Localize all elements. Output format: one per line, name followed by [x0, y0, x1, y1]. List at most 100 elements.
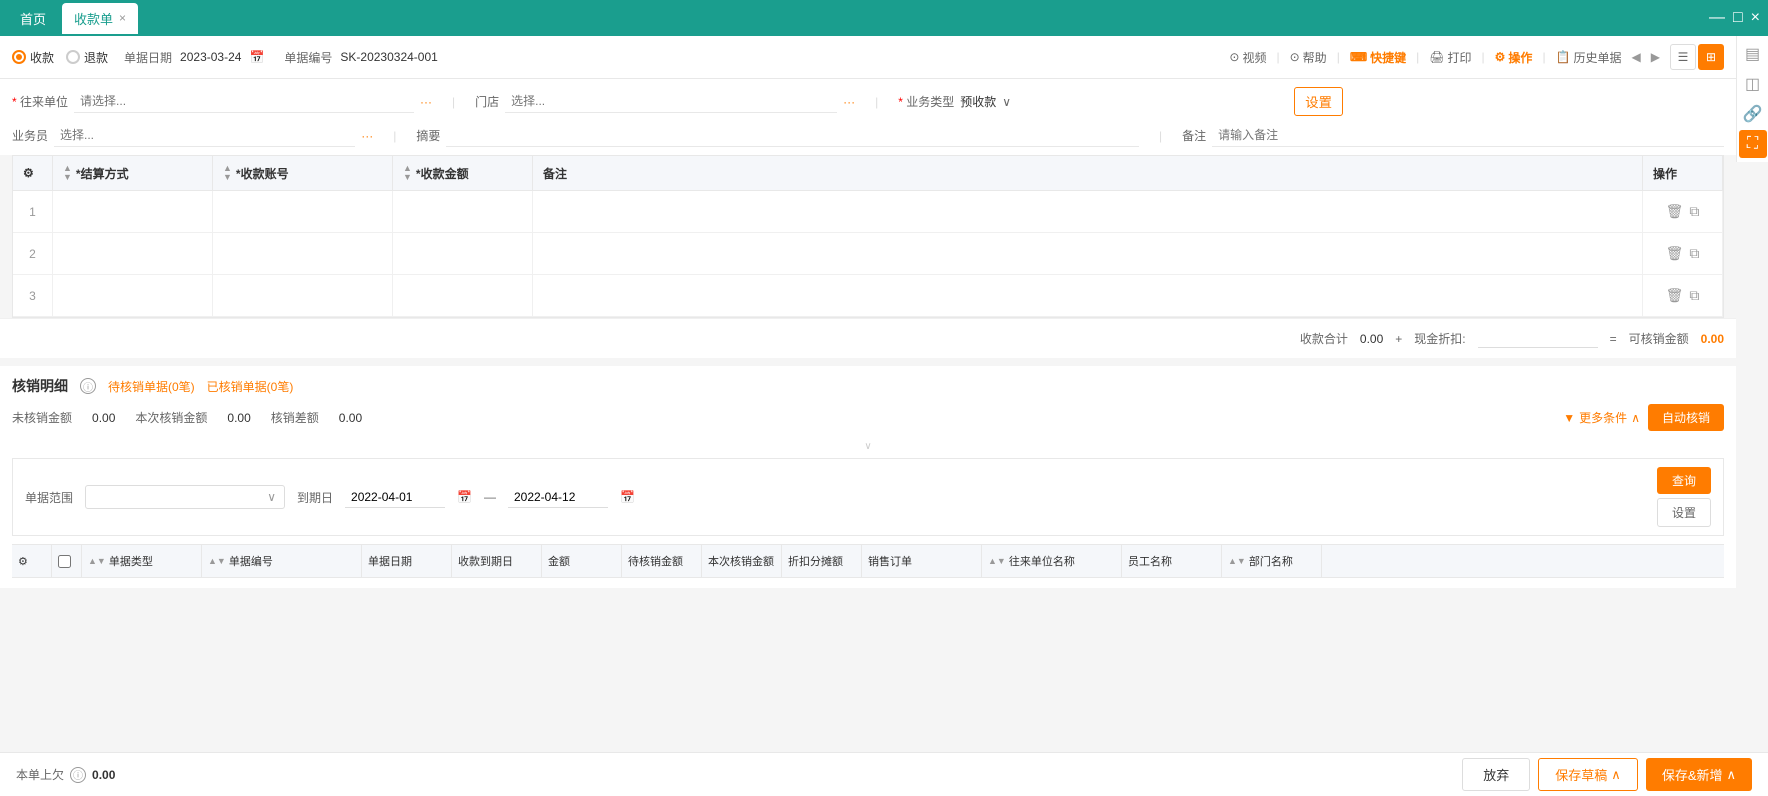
- video-btn[interactable]: ⊙ 视频: [1229, 49, 1266, 66]
- history-btn[interactable]: 📋 历史单据: [1556, 49, 1622, 66]
- save-draft-arrow[interactable]: ∧: [1611, 767, 1621, 783]
- layout-list-btn[interactable]: ☰: [1670, 44, 1696, 70]
- filter-section: 单据范围 ∨ 到期日 📅 — 📅 查询 设置: [12, 458, 1724, 536]
- print-btn[interactable]: 🖨 打印: [1429, 49, 1471, 66]
- tab-bar: 首页 收款单 × — □ ×: [0, 0, 1768, 36]
- hexiao-stats: 未核销金额 0.00 本次核销金额 0.00 核销差额 0.00 ▼ 更多条件 …: [12, 404, 1724, 431]
- form-row-1: * 往来单位 ··· | 门店 ··· | * 业务类型 预收款 ∨ 设置: [12, 87, 1724, 116]
- this-cancel-label: 本次核销金额: [135, 409, 207, 426]
- row3-settlement[interactable]: [53, 275, 213, 316]
- table-header: ⚙ ▲▼ *结算方式 ▲▼ *收款账号 ▲▼ *收款金额 备注 操作: [13, 156, 1723, 191]
- bottom-checkbox-col[interactable]: [52, 545, 82, 577]
- bottom-pending-cancel-col: 待核销金额: [622, 545, 702, 577]
- doc-info: 单据日期 2023-03-24 📅 单据编号 SK-20230324-001: [124, 49, 438, 66]
- footer-info-icon[interactable]: ⓘ: [70, 767, 86, 783]
- row2-account[interactable]: [213, 233, 393, 274]
- save-new-arrow[interactable]: ∧: [1726, 767, 1736, 783]
- row3-amount[interactable]: [393, 275, 533, 316]
- due-date-end-calendar[interactable]: 📅: [620, 490, 635, 504]
- row2-copy-icon[interactable]: ⧉: [1689, 245, 1699, 262]
- row2-delete-icon[interactable]: 🗑: [1666, 245, 1684, 262]
- summary-input[interactable]: [446, 124, 1139, 147]
- due-date-label: 到期日: [297, 489, 333, 506]
- account-sort: ▲▼: [223, 164, 232, 182]
- shortcut-btn[interactable]: ⌨ 快捷键: [1350, 49, 1406, 66]
- calendar-icon[interactable]: 📅: [249, 50, 264, 64]
- pending-tab-link[interactable]: 待核销单据(0笔): [108, 378, 195, 395]
- bottom-due-date-col: 收款到期日: [452, 545, 542, 577]
- sidebar-layout-icon[interactable]: ◫: [1739, 70, 1767, 98]
- row1-copy-icon[interactable]: ⧉: [1689, 203, 1699, 220]
- counterpart-more-btn[interactable]: ···: [420, 95, 432, 109]
- bottom-amount-col: 金额: [542, 545, 622, 577]
- store-more-btn[interactable]: ···: [843, 95, 855, 109]
- row2-settlement[interactable]: [53, 233, 213, 274]
- row1-amount[interactable]: [393, 191, 533, 232]
- row2-remark[interactable]: [533, 233, 1643, 274]
- due-date-end-input[interactable]: [508, 487, 608, 508]
- staff-input[interactable]: [54, 124, 355, 147]
- hexiao-info-icon[interactable]: ⓘ: [80, 378, 96, 394]
- done-tab-link[interactable]: 已核销单据(0笔): [207, 378, 294, 395]
- maximize-btn[interactable]: □: [1733, 9, 1743, 27]
- row2-amount[interactable]: [393, 233, 533, 274]
- hexiao-header: 核销明细 ⓘ 待核销单据(0笔) 已核销单据(0笔): [12, 376, 1724, 396]
- doc-range-dropdown[interactable]: ∨: [267, 490, 276, 504]
- nav-next[interactable]: ▶: [1651, 50, 1660, 64]
- filter-settings-btn[interactable]: 设置: [1657, 498, 1711, 527]
- filter-icon: ▼: [1563, 411, 1575, 425]
- abandon-btn[interactable]: 放弃: [1462, 758, 1530, 791]
- staff-more-btn[interactable]: ···: [361, 129, 373, 143]
- row1-account[interactable]: [213, 191, 393, 232]
- save-draft-btn[interactable]: 保存草稿 ∧: [1538, 758, 1638, 791]
- remark-input[interactable]: [1212, 124, 1724, 147]
- row3-account[interactable]: [213, 275, 393, 316]
- row3-remark[interactable]: [533, 275, 1643, 316]
- due-date-start-calendar[interactable]: 📅: [457, 490, 472, 504]
- bottom-discount-col: 折扣分摊额: [782, 545, 862, 577]
- window-controls: — □ ×: [1709, 9, 1760, 27]
- help-btn[interactable]: ⊙ 帮助: [1290, 49, 1327, 66]
- store-input[interactable]: [505, 90, 837, 113]
- layout-grid-btn[interactable]: ⊞: [1698, 44, 1724, 70]
- gear-header[interactable]: ⚙: [13, 156, 53, 190]
- due-date-start-input[interactable]: [345, 487, 445, 508]
- receipt-radio[interactable]: 收款: [12, 49, 54, 66]
- row-num-1: 1: [13, 191, 53, 232]
- save-new-btn[interactable]: 保存&新增 ∧: [1646, 758, 1752, 791]
- counterpart-input[interactable]: [74, 90, 414, 113]
- bottom-gear-col[interactable]: ⚙: [12, 545, 52, 577]
- remark-field: 备注: [1182, 124, 1724, 147]
- sidebar-link-icon[interactable]: 🔗: [1739, 100, 1767, 128]
- tab-home[interactable]: 首页: [8, 3, 58, 34]
- summary-row: 收款合计 0.00 + 现金折扣: = 可核销金额 0.00: [0, 318, 1736, 358]
- row3-actions: 🗑 ⧉: [1643, 275, 1723, 316]
- discount-input[interactable]: [1478, 329, 1598, 348]
- auto-cancel-btn[interactable]: 自动核销: [1648, 404, 1724, 431]
- bottom-doc-date-col: 单据日期: [362, 545, 452, 577]
- more-filter-btn[interactable]: ▼ 更多条件 ∧: [1563, 409, 1640, 426]
- sidebar-table-icon[interactable]: ▤: [1739, 40, 1767, 68]
- remark-label: 备注: [1182, 127, 1206, 144]
- query-btn[interactable]: 查询: [1657, 467, 1711, 494]
- refund-radio[interactable]: 退款: [66, 49, 108, 66]
- sidebar-expand-icon[interactable]: ⛶: [1739, 130, 1767, 158]
- row3-copy-icon[interactable]: ⧉: [1689, 287, 1699, 304]
- business-type-dropdown[interactable]: ∨: [1002, 95, 1011, 109]
- row1-remark[interactable]: [533, 191, 1643, 232]
- row3-delete-icon[interactable]: 🗑: [1666, 287, 1684, 304]
- tab-close-icon[interactable]: ×: [119, 11, 126, 25]
- settings-btn[interactable]: 设置: [1294, 87, 1343, 116]
- close-btn[interactable]: ×: [1751, 9, 1760, 27]
- receipt-radio-dot: [12, 50, 26, 64]
- main-table: ⚙ ▲▼ *结算方式 ▲▼ *收款账号 ▲▼ *收款金额 备注 操作 1 🗑 ⧉…: [12, 155, 1724, 318]
- row1-delete-icon[interactable]: 🗑: [1666, 203, 1684, 220]
- minimize-btn[interactable]: —: [1709, 9, 1725, 27]
- row1-settlement[interactable]: [53, 191, 213, 232]
- tab-active[interactable]: 收款单 ×: [62, 3, 138, 34]
- bottom-select-all[interactable]: [58, 555, 71, 568]
- settlement-header: ▲▼ *结算方式: [53, 156, 213, 190]
- operation-btn[interactable]: ⚙ 操作: [1495, 49, 1533, 66]
- nav-prev[interactable]: ◀: [1632, 50, 1641, 64]
- form-area: * 往来单位 ··· | 门店 ··· | * 业务类型 预收款 ∨ 设置 业务…: [0, 79, 1736, 155]
